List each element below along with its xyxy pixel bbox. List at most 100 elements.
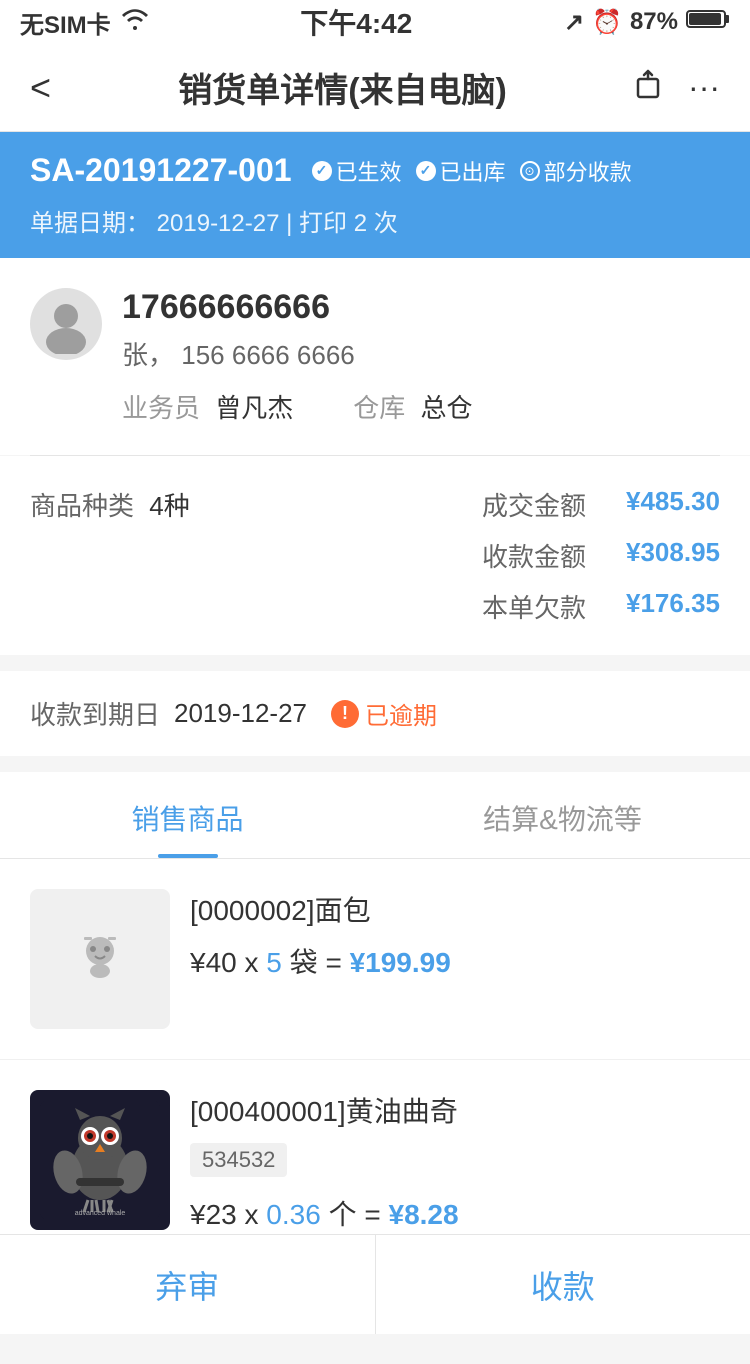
tab-settlement-label: 结算&物流等 xyxy=(483,804,642,835)
tabs: 销售商品 结算&物流等 xyxy=(0,772,750,859)
receipt-amount: ¥308.95 xyxy=(626,537,720,574)
customer-meta: 业务员 曾凡杰 仓库 总仓 xyxy=(122,388,720,425)
unit-price-2: ¥23 xyxy=(190,1199,237,1230)
status-badge-partial: ⊙ 部分收款 xyxy=(520,155,632,187)
customer-section: 17666666666 张， 156 6666 6666 业务员 曾凡杰 仓库 … xyxy=(0,258,750,455)
equals-symbol-2: = xyxy=(364,1199,388,1230)
overdue-label: 已逾期 xyxy=(365,696,437,731)
summary-right: 成交金额 ¥485.30 收款金额 ¥308.95 本单欠款 ¥176.35 xyxy=(482,486,720,625)
abandon-review-label: 弃审 xyxy=(155,1262,219,1308)
product-placeholder-icon xyxy=(60,919,140,999)
status-bar: 无SIM卡 下午4:42 ↗ ⏰ 87% xyxy=(0,0,750,44)
product-image-2: advanced whale xyxy=(30,1090,170,1230)
avatar xyxy=(30,288,102,360)
summary-left: 商品种类 4种 xyxy=(30,486,190,523)
status-left: 无SIM卡 xyxy=(20,5,149,40)
print-separator: | 打印 xyxy=(286,210,347,237)
order-id: SA-20191227-001 xyxy=(30,152,292,189)
product-item: [0000002]面包 ¥40 x 5 袋 = ¥199.99 xyxy=(0,859,750,1060)
receipt-amount-label: 收款金额 xyxy=(482,537,586,574)
customer-info: 17666666666 张， 156 6666 6666 业务员 曾凡杰 仓库 … xyxy=(122,288,720,425)
product-price-2: ¥23 x 0.36 个 = ¥8.28 xyxy=(190,1193,720,1233)
svg-text:advanced whale: advanced whale xyxy=(75,1210,126,1217)
status-badges: ✓ 已生效 ✓ 已出库 ⊙ 部分收款 xyxy=(312,155,632,187)
section-divider-1 xyxy=(0,655,750,671)
print-suffix: 次 xyxy=(374,210,398,237)
quantity-1: 5 xyxy=(266,947,282,978)
check-icon-1: ✓ xyxy=(312,161,332,181)
status-label-partial: 部分收款 xyxy=(544,155,632,187)
order-date: 2019-12-27 xyxy=(157,210,280,237)
total-1: ¥199.99 xyxy=(350,947,451,978)
more-icon[interactable]: ··· xyxy=(688,69,720,106)
tab-settlement[interactable]: 结算&物流等 xyxy=(375,772,750,858)
date-label: 单据日期： xyxy=(30,210,150,237)
customer-name: 17666666666 xyxy=(122,288,720,327)
transaction-amount-row: 成交金额 ¥485.30 xyxy=(482,486,720,523)
tab-sales-products-label: 销售商品 xyxy=(131,804,243,835)
debt-amount-row: 本单欠款 ¥176.35 xyxy=(482,588,720,625)
product-image-1 xyxy=(30,889,170,1029)
sales-info: 业务员 曾凡杰 xyxy=(122,388,293,425)
back-button[interactable]: < xyxy=(30,67,51,109)
wifi-icon xyxy=(121,8,149,37)
status-label-effective: 已生效 xyxy=(336,155,402,187)
summary-section: 商品种类 4种 成交金额 ¥485.30 收款金额 ¥308.95 本单欠款 ¥… xyxy=(0,456,750,655)
overdue-icon: ! xyxy=(331,700,359,728)
warehouse-label: 仓库 xyxy=(353,393,405,423)
receipt-label: 收款 xyxy=(531,1262,595,1308)
contact-name: 张， xyxy=(122,340,174,370)
share-icon[interactable] xyxy=(634,67,668,109)
quantity-2: 0.36 xyxy=(266,1199,321,1230)
print-count: 2 xyxy=(354,210,367,237)
battery-icon xyxy=(686,8,730,37)
transaction-amount-label: 成交金额 xyxy=(482,486,586,523)
sales-label: 业务员 xyxy=(122,393,200,423)
product-details-1: [0000002]面包 ¥40 x 5 袋 = ¥199.99 xyxy=(190,889,720,1029)
due-section: 收款到期日 2019-12-27 ! 已逾期 xyxy=(0,671,750,756)
product-logo-icon: advanced whale xyxy=(40,1100,160,1220)
transaction-amount: ¥485.30 xyxy=(626,486,720,523)
status-badge-outbound: ✓ 已出库 xyxy=(416,155,506,187)
nav-actions: ··· xyxy=(634,67,720,109)
phone-number: 156 6666 6666 xyxy=(181,340,355,370)
product-sku-2: 534532 xyxy=(190,1143,287,1177)
order-date-line: 单据日期： 2019-12-27 | 打印 2 次 xyxy=(30,203,720,238)
debt-amount-label: 本单欠款 xyxy=(482,588,586,625)
blue-header: SA-20191227-001 ✓ 已生效 ✓ 已出库 ⊙ 部分收款 单据日期：… xyxy=(0,132,750,258)
warehouse-name: 总仓 xyxy=(421,393,473,423)
abandon-review-button[interactable]: 弃审 xyxy=(0,1235,376,1334)
status-label-outbound: 已出库 xyxy=(440,155,506,187)
unit-price-1: ¥40 xyxy=(190,947,237,978)
receipt-amount-row: 收款金额 ¥308.95 xyxy=(482,537,720,574)
tab-sales-products[interactable]: 销售商品 xyxy=(0,772,375,858)
multiply-symbol-2: x xyxy=(245,1199,267,1230)
product-type-count: 4种 xyxy=(149,491,189,521)
receipt-button[interactable]: 收款 xyxy=(376,1235,750,1334)
location-icon: ↗ xyxy=(564,8,584,37)
bottom-bar: 弃审 收款 xyxy=(0,1234,750,1334)
product-type-label: 商品种类 xyxy=(30,491,134,521)
equals-symbol-1: = xyxy=(325,947,349,978)
total-2: ¥8.28 xyxy=(389,1199,459,1230)
product-name-2: [000400001]黄油曲奇 xyxy=(190,1090,720,1130)
unit-1: 袋 xyxy=(290,947,318,978)
due-label: 收款到期日 xyxy=(30,695,160,732)
battery-label: 87% xyxy=(630,8,678,36)
due-date: 2019-12-27 xyxy=(174,698,307,729)
check-icon-2: ✓ xyxy=(416,161,436,181)
product-details-2: [000400001]黄油曲奇 534532 ¥23 x 0.36 个 = ¥8… xyxy=(190,1090,720,1233)
clock-icon: ⊙ xyxy=(520,161,540,181)
product-type-info: 商品种类 4种 xyxy=(30,486,190,523)
overdue-badge: ! 已逾期 xyxy=(331,696,437,731)
status-right: ↗ ⏰ 87% xyxy=(564,8,730,37)
status-time: 下午4:42 xyxy=(300,2,412,42)
order-header-top: SA-20191227-001 ✓ 已生效 ✓ 已出库 ⊙ 部分收款 xyxy=(30,152,720,189)
product-list: [0000002]面包 ¥40 x 5 袋 = ¥199.99 xyxy=(0,859,750,1264)
sales-name: 曾凡杰 xyxy=(215,393,293,423)
product-price-1: ¥40 x 5 袋 = ¥199.99 xyxy=(190,941,720,981)
customer-phone: 张， 156 6666 6666 xyxy=(122,335,720,372)
product-name-1: [0000002]面包 xyxy=(190,889,720,929)
page-title: 销货单详情(来自电脑) xyxy=(178,63,507,112)
debt-amount: ¥176.35 xyxy=(626,588,720,625)
